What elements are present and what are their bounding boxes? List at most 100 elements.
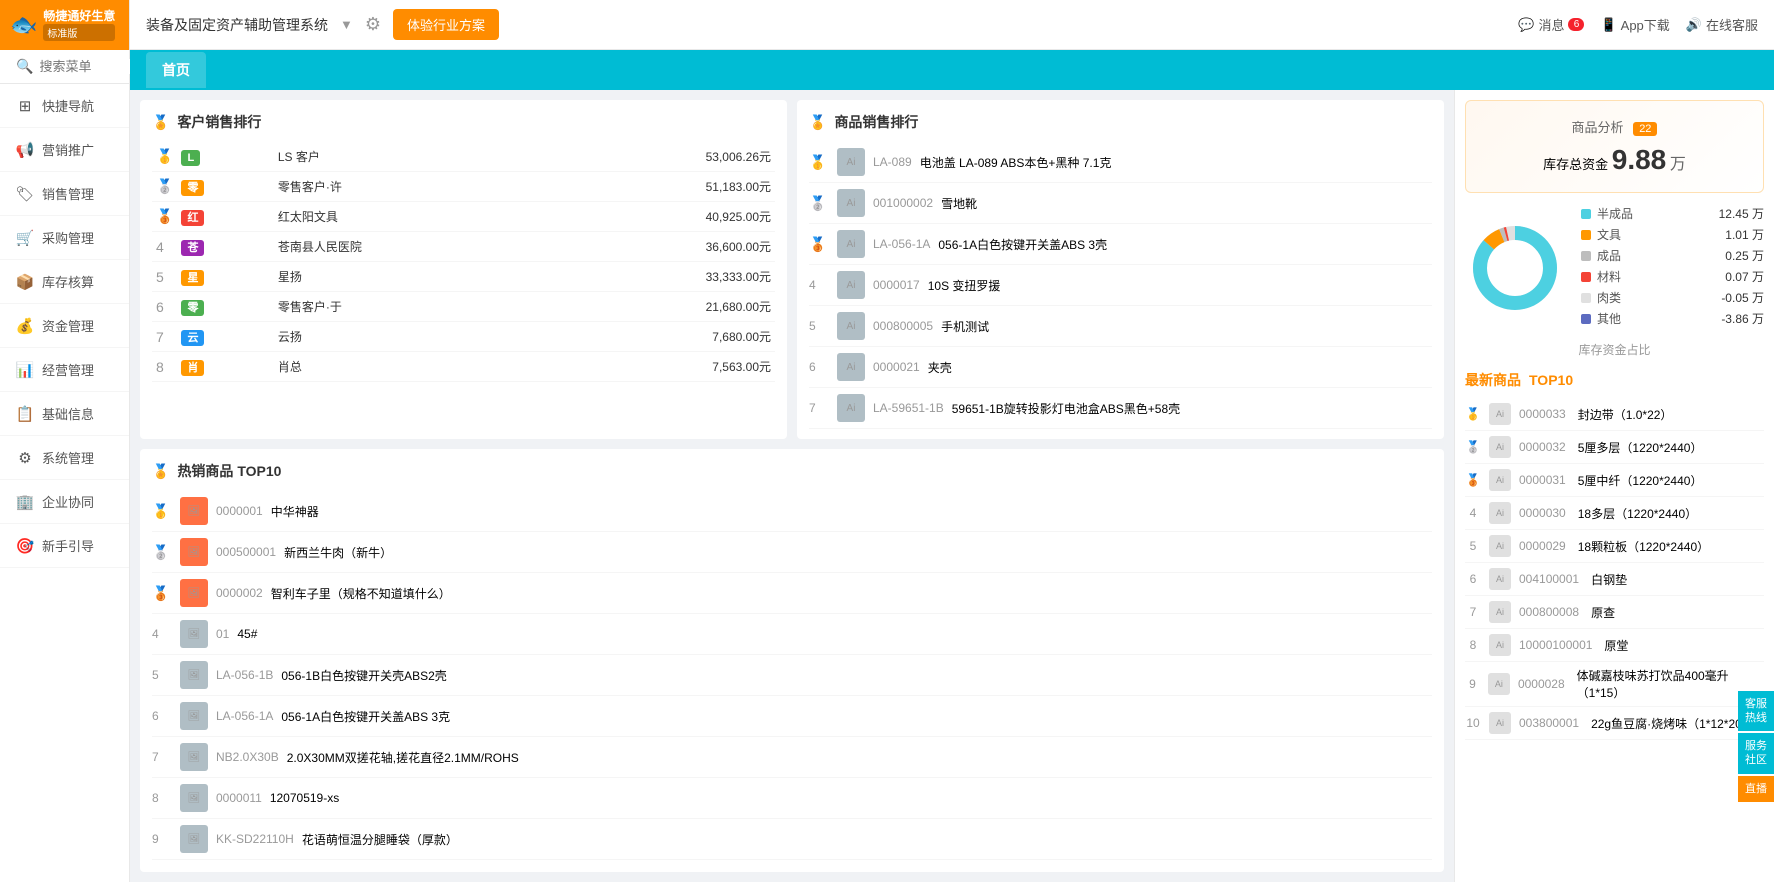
new-product-name: 18多层（1220*2440） <box>1578 505 1697 522</box>
app-download-btn[interactable]: 📱 App下载 <box>1600 15 1669 34</box>
customer-name: 云扬 <box>270 322 556 352</box>
hot-product-row: 7 🖼 NB2.0X30B 2.0X30MM双搓花轴,搓花直径2.1MM/ROH… <box>152 737 1432 778</box>
customer-rank-row: 4 苍 苍南县人民医院 36,600.00元 <box>152 232 775 262</box>
customer-amount: 53,006.26元 <box>556 142 775 172</box>
rank-num: 5 <box>152 262 177 292</box>
new-product-rank: 🥉 <box>1465 473 1481 487</box>
hot-rank-icon: 7 <box>152 750 172 764</box>
customer-amount: 40,925.00元 <box>556 202 775 232</box>
rank-icon: 4 <box>809 278 829 292</box>
sidebar-item-quick-nav[interactable]: ⊞ 快捷导航 <box>0 84 129 128</box>
new-product-row: 7 Ai 000800008 原查 <box>1465 596 1764 629</box>
hot-product-thumb: 🖼 <box>180 661 208 689</box>
sidebar-item-system[interactable]: ⚙ 系统管理 <box>0 436 129 480</box>
product-code: LA-056-1A <box>873 237 930 251</box>
sidebar-item-guide[interactable]: 🎯 新手引导 <box>0 524 129 568</box>
new-product-rank: 5 <box>1465 539 1481 553</box>
search-icon: 🔍 <box>16 58 33 75</box>
product-sales-row: 🥇 Ai LA-089 电池盖 LA-089 ABS本色+黑种 7.1克 <box>809 142 1432 183</box>
new-product-code: 0000032 <box>1519 440 1566 454</box>
rank-num: 🥇 <box>152 142 177 172</box>
system-title: 装备及固定资产辅助管理系统 <box>146 15 328 35</box>
product-thumb: Ai <box>837 312 865 340</box>
legend-label-text: 半成品 <box>1597 205 1633 222</box>
new-product-name: 封边带（1.0*22） <box>1578 406 1673 423</box>
hot-product-code: LA-056-1B <box>216 668 273 682</box>
rank-num: 4 <box>152 232 177 262</box>
hot-product-name: 中华神器 <box>271 503 319 520</box>
product-code: LA-089 <box>873 155 912 169</box>
hot-medal-icon: 🏅 <box>152 463 169 480</box>
product-sales-row: 6 Ai 0000021 夹壳 <box>809 347 1432 388</box>
new-product-row: 🥈 Ai 0000032 5厘多层（1220*2440） <box>1465 431 1764 464</box>
customer-amount: 21,680.00元 <box>556 292 775 322</box>
sidebar-item-marketing[interactable]: 📢 营销推广 <box>0 128 129 172</box>
product-name: 手机测试 <box>941 318 989 335</box>
sales-icon: 🏷 <box>16 185 34 203</box>
product-sales-title: 🏅 商品销售排行 <box>809 112 1432 132</box>
legend-item: 其他 -3.86 万 <box>1581 310 1764 327</box>
legend-dot <box>1581 293 1591 303</box>
legend-label-text: 成品 <box>1597 247 1621 264</box>
hot-product-code: 000500001 <box>216 545 276 559</box>
sidebar-item-inventory[interactable]: 📦 库存核算 <box>0 260 129 304</box>
hot-product-row: 8 🖼 0000011 12070519-xs <box>152 778 1432 819</box>
rank-num: 🥉 <box>152 202 177 232</box>
sidebar-item-enterprise[interactable]: 🏢 企业协同 <box>0 480 129 524</box>
settings-icon[interactable]: ⚙ <box>365 14 381 35</box>
product-sales-row: 7 Ai LA-59651-1B 59651-1B旋转投影灯电池盒ABS黑色+5… <box>809 388 1432 429</box>
new-product-row: 🥇 Ai 0000033 封边带（1.0*22） <box>1465 398 1764 431</box>
trial-btn[interactable]: 体验行业方案 <box>393 9 499 40</box>
new-product-row: 🥉 Ai 0000031 5厘中纤（1220*2440） <box>1465 464 1764 497</box>
msg-btn[interactable]: 💬 消息 6 <box>1518 15 1584 34</box>
sidebar-item-sales[interactable]: 🏷 销售管理 <box>0 172 129 216</box>
product-thumb: Ai <box>837 353 865 381</box>
hot-product-row: 🥉 🖼 0000002 智利车子里（规格不知道填什么） <box>152 573 1432 614</box>
hotline-btn[interactable]: 客服热线 <box>1738 691 1774 732</box>
hot-product-name: 花语萌恒温分腿睡袋（厚款） <box>302 831 458 848</box>
new-product-code: 000800008 <box>1519 605 1579 619</box>
sidebar-item-basic[interactable]: 📋 基础信息 <box>0 392 129 436</box>
legend-value: 1.01 万 <box>1725 226 1764 243</box>
sidebar-item-operation[interactable]: 📊 经营管理 <box>0 348 129 392</box>
product-code: 0000017 <box>873 278 920 292</box>
service-icon: 🔊 <box>1686 17 1702 33</box>
customer-rank-row: 6 零 零售客户·于 21,680.00元 <box>152 292 775 322</box>
legend-label-text: 其他 <box>1597 310 1621 327</box>
new-product-row: 10 Ai 003800001 22g鱼豆腐·烧烤味（1*12*20） <box>1465 707 1764 740</box>
product-code: 000800005 <box>873 319 933 333</box>
topbar-right: 💬 消息 6 📱 App下载 🔊 在线客服 <box>1518 15 1758 34</box>
legend-dot <box>1581 209 1591 219</box>
new-product-thumb: Ai <box>1489 403 1511 425</box>
hot-product-row: 🥈 🖼 000500001 新西兰牛肉（新牛） <box>152 532 1432 573</box>
hot-rank-icon: 4 <box>152 627 172 641</box>
new-product-row: 9 Ai 0000028 体碱嘉枝味苏打饮品400毫升（1*15） <box>1465 662 1764 707</box>
dropdown-arrow-icon[interactable]: ▼ <box>340 17 353 32</box>
hot-rank-icon: 🥇 <box>152 503 172 520</box>
customer-name: 肖总 <box>270 352 556 382</box>
service-btn[interactable]: 🔊 在线客服 <box>1686 15 1758 34</box>
community-btn[interactable]: 服务社区 <box>1738 733 1774 774</box>
tab-home[interactable]: 首页 <box>146 52 206 88</box>
sidebar-item-purchase[interactable]: 🛒 采购管理 <box>0 216 129 260</box>
customer-rank-row: 🥉 红 红太阳文具 40,925.00元 <box>152 202 775 232</box>
hot-product-code: 0000001 <box>216 504 263 518</box>
search-bar[interactable]: 🔍 <box>0 50 129 84</box>
hot-product-code: NB2.0X30B <box>216 750 279 764</box>
top-content-row: 🏅 客户销售排行 🥇 L LS 客户 53,006.26元 🥈 零 零售客户·许… <box>140 100 1444 439</box>
product-thumb: Ai <box>837 148 865 176</box>
new-product-name: 22g鱼豆腐·烧烤味（1*12*20） <box>1591 715 1754 732</box>
hot-products-title: 🏅 热销商品 TOP10 <box>152 461 1432 481</box>
new-product-thumb: Ai <box>1489 712 1511 734</box>
hot-product-row: 5 🖼 LA-056-1B 056-1B白色按键开关壳ABS2壳 <box>152 655 1432 696</box>
legend-label-text: 肉类 <box>1597 289 1621 306</box>
sidebar-item-finance[interactable]: 💰 资金管理 <box>0 304 129 348</box>
product-sales-row: 🥈 Ai 001000002 雪地靴 <box>809 183 1432 224</box>
hot-product-name: 056-1B白色按键开关壳ABS2壳 <box>281 667 446 684</box>
new-product-name: 18颗粒板（1220*2440） <box>1578 538 1709 555</box>
legend-value: 0.07 万 <box>1725 268 1764 285</box>
counter-btn[interactable]: 直播 <box>1738 776 1774 802</box>
quick-nav-icon: ⊞ <box>16 97 34 115</box>
customer-ranking-card: 🏅 客户销售排行 🥇 L LS 客户 53,006.26元 🥈 零 零售客户·许… <box>140 100 787 439</box>
rank-num: 🥈 <box>152 172 177 202</box>
